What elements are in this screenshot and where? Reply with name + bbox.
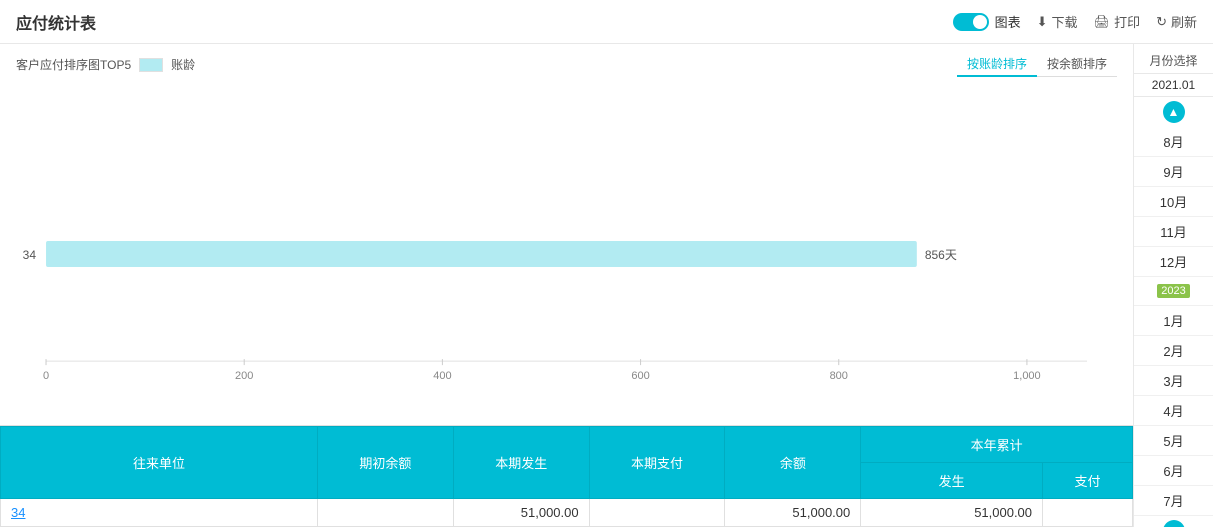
sidebar-month-5[interactable]: 5月 (1134, 426, 1213, 456)
th-current-occurrence: 本期发生 (453, 427, 589, 499)
sidebar-month-9[interactable]: 9月 (1134, 157, 1213, 187)
sidebar-header: 月份选择 (1134, 44, 1213, 74)
sidebar-nav-down[interactable]: ▼ (1134, 516, 1213, 527)
sidebar-month-8[interactable]: 8月 (1134, 127, 1213, 157)
svg-text:1,000: 1,000 (1013, 370, 1041, 382)
refresh-icon: ↻ (1156, 14, 1167, 30)
th-balance: 余额 (725, 427, 861, 499)
header-actions: 图表 ⬇ 下载 🖨 打印 ↻ 刷新 (953, 12, 1197, 31)
cell-opening-balance (317, 499, 453, 527)
bar-chart-svg: 34 856天 0 200 400 600 800 1,000 (16, 85, 1117, 417)
svg-text:800: 800 (830, 370, 848, 382)
nav-up-arrow[interactable]: ▲ (1163, 101, 1185, 123)
sidebar-month-with-badge[interactable]: 2023 (1134, 277, 1213, 306)
cell-unit[interactable]: 34 (1, 499, 318, 527)
year-badge: 2023 (1157, 284, 1189, 298)
th-ytd-payment: 支付 (1043, 463, 1133, 499)
chart-toggle-group: 图表 (953, 12, 1021, 31)
th-ytd-occurrence: 发生 (861, 463, 1043, 499)
page-title: 应付统计表 (16, 10, 96, 34)
sidebar-month-6[interactable]: 6月 (1134, 456, 1213, 486)
sidebar-month-1[interactable]: 1月 (1134, 306, 1213, 336)
svg-text:0: 0 (43, 370, 49, 382)
sidebar-date-display: 2021.01 (1134, 74, 1213, 97)
sidebar-nav-up[interactable]: ▲ (1134, 97, 1213, 127)
chart-wrapper: 34 856天 0 200 400 600 800 1,000 (0, 85, 1133, 425)
download-icon: ⬇ (1037, 14, 1048, 30)
sidebar-month-12[interactable]: 12月 (1134, 247, 1213, 277)
legend-box-label: 账龄 (171, 56, 195, 73)
chart-legend: 客户应付排序图TOP5 账龄 (16, 56, 195, 73)
svg-text:34: 34 (23, 248, 37, 262)
print-button[interactable]: 🖨 打印 (1094, 12, 1141, 31)
svg-text:400: 400 (433, 370, 451, 382)
chart-toggle[interactable] (953, 13, 989, 31)
refresh-button[interactable]: ↻ 刷新 (1156, 12, 1197, 31)
print-icon: 🖨 (1094, 14, 1111, 30)
nav-down-arrow[interactable]: ▼ (1163, 520, 1185, 527)
sort-controls: 按账龄排序 按余额排序 (957, 52, 1117, 77)
data-table: 往来单位 期初余额 本期发生 本期支付 余额 本年累计 发生 支付 (0, 426, 1133, 527)
sidebar-month-7[interactable]: 7月 (1134, 486, 1213, 516)
cell-balance: 51,000.00 (725, 499, 861, 527)
chart-label: 图表 (995, 12, 1021, 31)
chart-controls: 客户应付排序图TOP5 账龄 按账龄排序 按余额排序 (0, 44, 1133, 85)
cell-current-occurrence: 51,000.00 (453, 499, 589, 527)
sidebar-month-3[interactable]: 3月 (1134, 366, 1213, 396)
month-sidebar: 月份选择 2021.01 ▲ 8月 9月 10月 11月 12月 2023 1月… (1133, 44, 1213, 527)
sidebar-month-10[interactable]: 10月 (1134, 187, 1213, 217)
sort-by-age-button[interactable]: 按账龄排序 (957, 52, 1037, 77)
sort-by-balance-button[interactable]: 按余额排序 (1037, 52, 1117, 77)
legend-box (139, 58, 163, 72)
svg-text:200: 200 (235, 370, 253, 382)
table-row: 34 51,000.00 51,000.00 51,000.00 (1, 499, 1133, 527)
svg-text:856天: 856天 (925, 248, 957, 262)
cell-ytd-occurrence: 51,000.00 (861, 499, 1043, 527)
th-ytd-group: 本年累计 (861, 427, 1133, 463)
cell-current-payment (589, 499, 725, 527)
download-button[interactable]: ⬇ 下载 (1037, 12, 1078, 31)
sidebar-month-4[interactable]: 4月 (1134, 396, 1213, 426)
svg-text:600: 600 (631, 370, 649, 382)
sidebar-month-2[interactable]: 2月 (1134, 336, 1213, 366)
th-opening-balance: 期初余额 (317, 427, 453, 499)
th-current-payment: 本期支付 (589, 427, 725, 499)
th-unit: 往来单位 (1, 427, 318, 499)
sidebar-month-11[interactable]: 11月 (1134, 217, 1213, 247)
cell-ytd-payment (1043, 499, 1133, 527)
legend-label: 客户应付排序图TOP5 (16, 56, 131, 73)
data-table-section: 往来单位 期初余额 本期发生 本期支付 余额 本年累计 发生 支付 (0, 425, 1133, 527)
